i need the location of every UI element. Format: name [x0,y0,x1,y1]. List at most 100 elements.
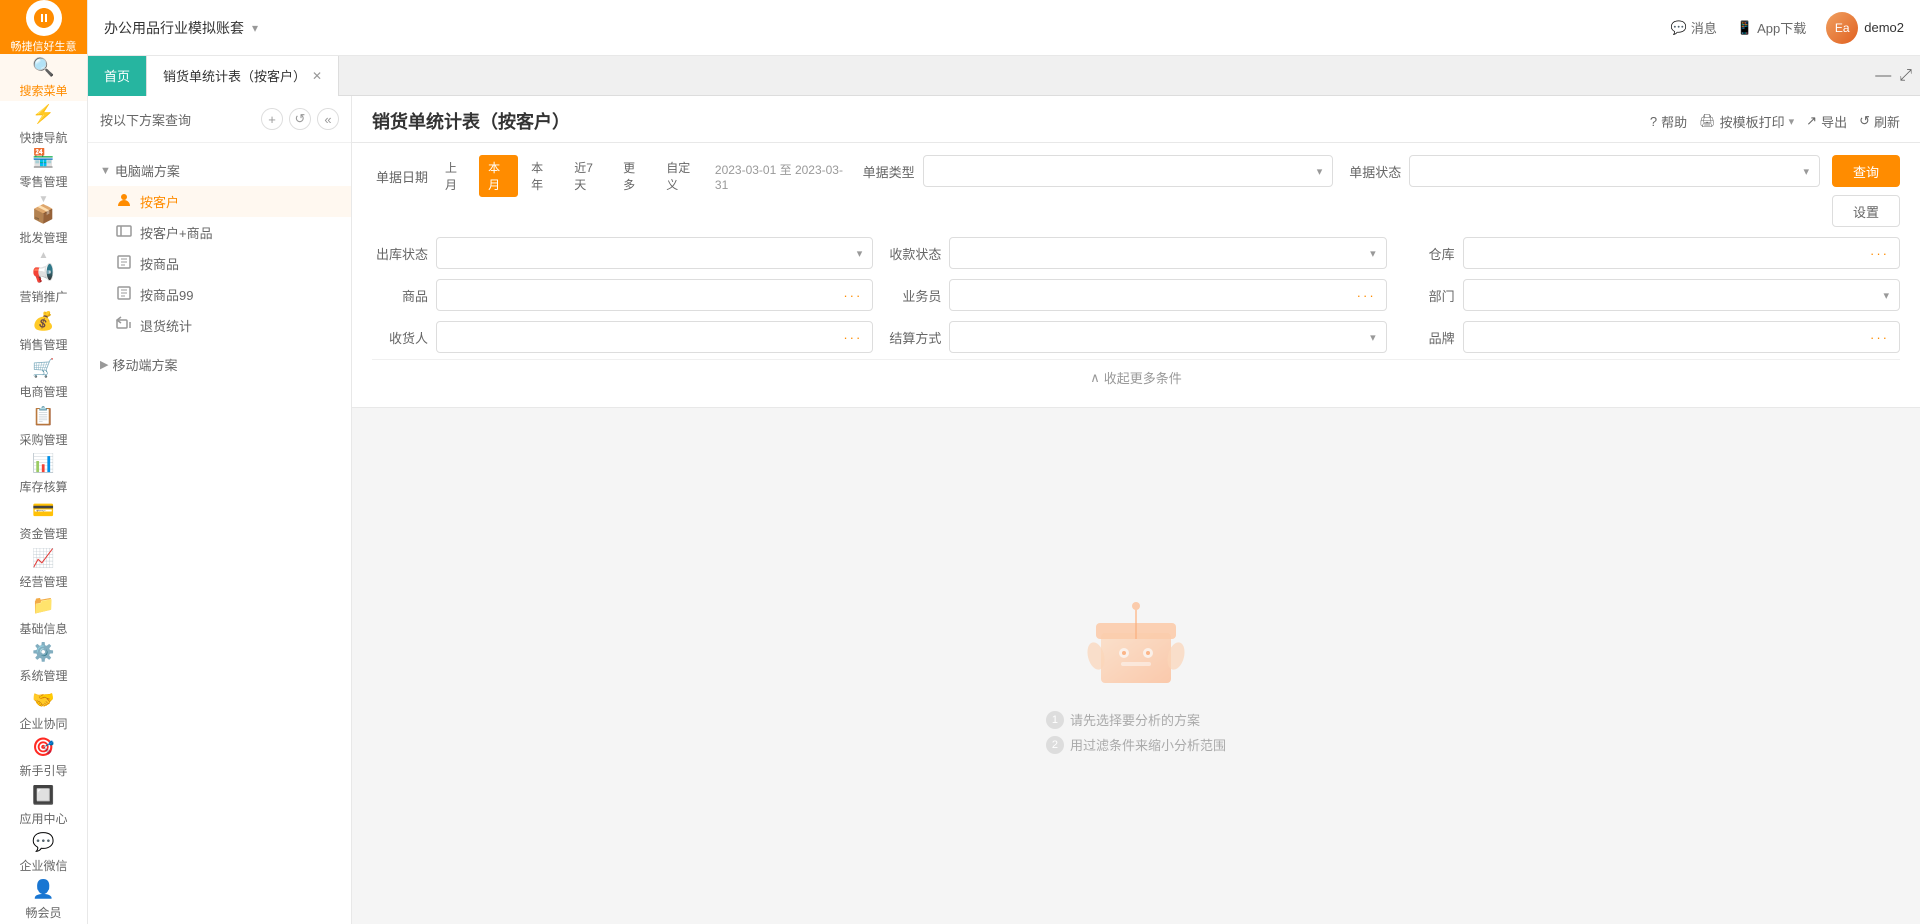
sidebar-item-apps[interactable]: 🔲 应用中心 [0,782,87,829]
sidebar-item-marketing[interactable]: 📢 营销推广 [0,261,87,308]
sidebar-item-search[interactable]: 🔍 搜索菜单 [0,54,87,101]
status-select[interactable]: ▾ [1409,155,1820,187]
sidebar-item-ecommerce[interactable]: 🛒 电商管理 [0,356,87,403]
sidebar-item-finance[interactable]: 💳 资金管理 [0,498,87,545]
return-stats-icon [116,316,132,335]
receiver-dots-icon: ··· [843,330,862,345]
marketing-icon: 📢 [32,263,54,284]
topbar-left: 办公用品行业模拟账套 ▾ [104,18,258,38]
tree-group-desktop: ▼ 电脑端方案 按客户 按客户+商品 [88,151,351,345]
refresh-scheme-button[interactable]: ↺ [289,108,311,130]
salesman-dots-icon: ··· [1357,288,1376,303]
topbar-dropdown-arrow[interactable]: ▾ [252,21,258,35]
app-download-button[interactable]: 📱 App下载 [1737,18,1806,37]
sidebar-item-wechat[interactable]: 💬 企业微信 [0,829,87,876]
download-icon: 📱 [1737,20,1753,36]
type-select[interactable]: ▾ [923,155,1334,187]
tree-item-by-customer[interactable]: 按客户 [88,186,351,217]
export-button[interactable]: ↗ 导出 [1806,112,1847,131]
out-status-select[interactable]: ▾ [436,237,873,269]
collapse-icon: « [324,112,331,127]
tree-item-by-goods-99[interactable]: 按商品99 [88,279,351,310]
app-logo[interactable]: 畅捷信好生意 [0,0,87,54]
right-content: 销货单统计表（按客户） ? 帮助 🖨 按模板打印 ▾ ↗ 导出 [352,96,1920,924]
receiver-select[interactable]: ··· [436,321,873,353]
refresh-button[interactable]: ↺ 刷新 [1859,112,1900,131]
goods-dots-icon: ··· [843,288,862,303]
status-dropdown-icon: ▾ [1803,165,1809,178]
tree-item-by-goods[interactable]: 按商品 [88,248,351,279]
brand-select[interactable]: ··· [1463,321,1900,353]
left-panel: 按以下方案查询 + ↺ « ▼ 电脑端方案 [88,96,352,924]
collapse-panel-button[interactable]: « [317,108,339,130]
sidebar-item-quick-nav[interactable]: ⚡ 快捷导航 [0,101,87,148]
tree-item-return-stats[interactable]: 退货统计 [88,310,351,341]
settlement-select[interactable]: ▾ [949,321,1386,353]
newuser-icon: 🎯 [32,737,54,758]
date-chip-this-month[interactable]: 本月 [479,155,518,197]
user-area[interactable]: Ea demo2 [1826,12,1904,44]
collapse-more-button[interactable]: ∧ 收起更多条件 [372,359,1900,395]
sidebar-item-wholesale[interactable]: 📦 批发管理 ▲ [0,205,87,261]
sidebar: 畅捷信好生意 🔍 搜索菜单 ⚡ 快捷导航 🏪 零售管理 ▼ 📦 批发管理 ▲ 📢… [0,0,88,924]
dept-dropdown-icon: ▾ [1883,289,1889,302]
tab-close-button[interactable]: ✕ [312,69,322,83]
dept-select[interactable]: ▾ [1463,279,1900,311]
user-avatar[interactable]: Ea [1826,12,1858,44]
topbar-right: 💬 消息 📱 App下载 Ea demo2 [1671,12,1904,44]
sidebar-item-operations[interactable]: 📈 经营管理 [0,545,87,592]
query-button[interactable]: 查询 [1832,155,1900,187]
warehouse-select[interactable]: ··· [1463,237,1900,269]
sidebar-item-enterprise[interactable]: 🤝 企业协同 [0,687,87,734]
main-area: 办公用品行业模拟账套 ▾ 💬 消息 📱 App下载 Ea demo2 首页 销货… [88,0,1920,924]
date-chip-7days[interactable]: 近7天 [565,155,610,197]
settings-button[interactable]: 设置 [1832,195,1900,227]
template-print-button[interactable]: 🖨 按模板打印 ▾ [1699,112,1794,131]
page-header-actions: ? 帮助 🖨 按模板打印 ▾ ↗ 导出 ↺ 刷新 [1650,112,1900,131]
date-chip-custom[interactable]: 自定义 [657,155,707,197]
refresh-icon: ↺ [295,111,306,127]
sidebar-item-inventory[interactable]: 📊 库存核算 [0,450,87,497]
add-scheme-button[interactable]: + [261,108,283,130]
tab-maximize-button[interactable]: ⤢ [1899,67,1912,85]
goods-select[interactable]: ··· [436,279,873,311]
sidebar-item-sales[interactable]: 💰 销售管理 [0,308,87,355]
purchase-icon: 📋 [32,406,54,427]
tree-group-mobile-label: 移动端方案 [112,355,177,374]
out-status-label: 出库状态 [372,244,428,263]
sidebar-item-system[interactable]: ⚙️ 系统管理 [0,640,87,687]
status-label: 单据状态 [1345,162,1401,181]
tab-minimize-button[interactable]: — [1875,67,1891,85]
out-status-dropdown-icon: ▾ [857,247,863,260]
sidebar-item-retail[interactable]: 🏪 零售管理 ▼ [0,149,87,205]
sidebar-item-purchase[interactable]: 📋 采购管理 [0,403,87,450]
type-label: 单据类型 [859,162,915,181]
sidebar-item-member[interactable]: 👤 畅会员 [0,877,87,924]
system-icon: ⚙️ [32,642,54,663]
date-chip-this-year[interactable]: 本年 [522,155,561,197]
tab-home[interactable]: 首页 [88,56,147,96]
quicknav-icon: ⚡ [32,104,54,125]
sidebar-item-newuser[interactable]: 🎯 新手引导 [0,735,87,782]
by-goods-icon [116,254,132,273]
salesman-select[interactable]: ··· [949,279,1386,311]
help-button[interactable]: ? 帮助 [1650,112,1687,131]
search-icon: 🔍 [32,57,54,78]
tab-sales-stats[interactable]: 销货单统计表（按客户） ✕ [147,56,339,96]
sales-icon: 💰 [32,311,54,332]
payment-status-select[interactable]: ▾ [949,237,1386,269]
warehouse-label: 仓库 [1399,244,1455,263]
date-chip-last-month[interactable]: 上月 [436,155,475,197]
by-goods-99-icon [116,285,132,304]
tree-group-desktop-header[interactable]: ▼ 电脑端方案 [88,155,351,186]
messages-button[interactable]: 💬 消息 [1671,18,1717,37]
collapse-chevron-icon: ∧ [1090,370,1100,386]
tree-item-by-customer-goods[interactable]: 按客户+商品 [88,217,351,248]
by-customer-icon [116,192,132,211]
topbar: 办公用品行业模拟账套 ▾ 💬 消息 📱 App下载 Ea demo2 [88,0,1920,56]
date-chip-more[interactable]: 更多 [614,155,653,197]
payment-status-label: 收款状态 [885,244,941,263]
tree-group-mobile-header[interactable]: ▶ 移动端方案 [88,349,351,380]
sidebar-item-basic[interactable]: 📁 基础信息 [0,592,87,639]
date-range: 2023-03-01 至 2023-03-31 [715,161,847,192]
